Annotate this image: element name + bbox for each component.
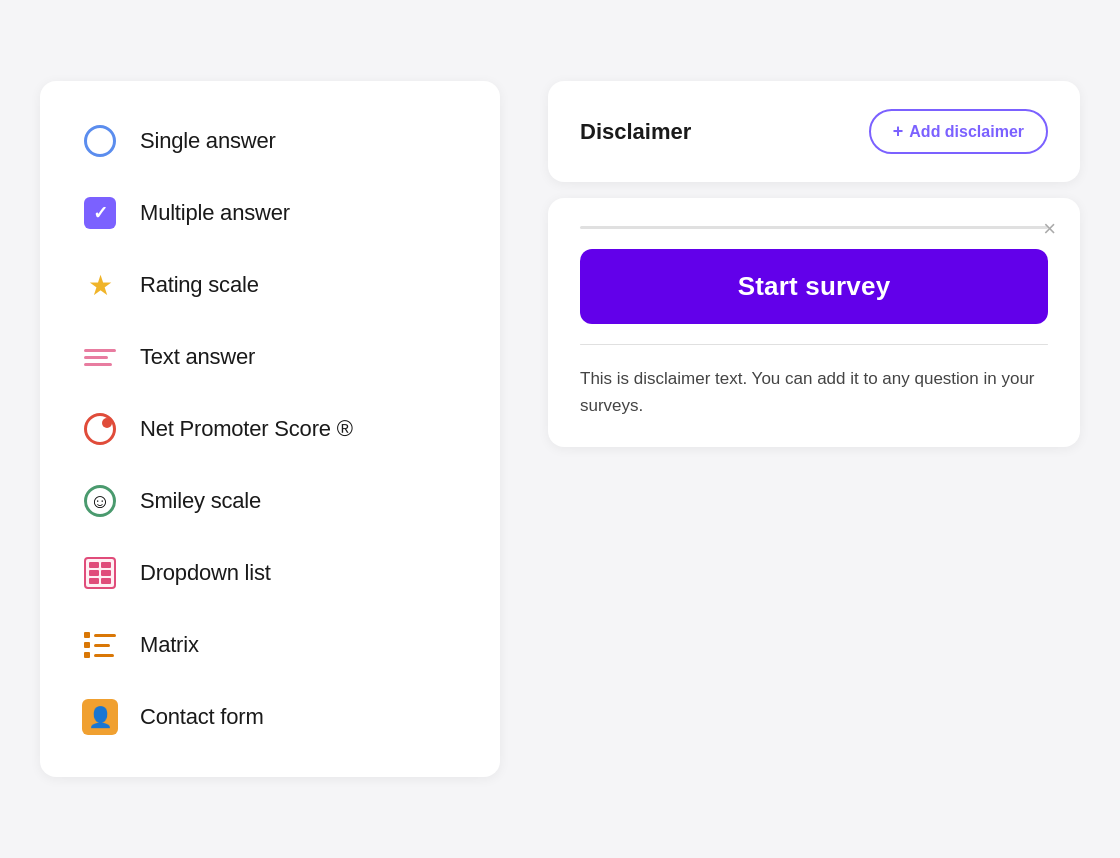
sidebar-item-smiley-scale[interactable]: ☺ Smiley scale (72, 465, 468, 537)
sidebar-item-label: Single answer (140, 128, 276, 154)
sidebar-item-matrix[interactable]: Matrix (72, 609, 468, 681)
disclaimer-card: Disclaimer + Add disclaimer (548, 81, 1080, 182)
sidebar-item-dropdown-list[interactable]: Dropdown list (72, 537, 468, 609)
sidebar-item-label: Smiley scale (140, 488, 261, 514)
sidebar-item-label: Dropdown list (140, 560, 271, 586)
page-wrapper: Single answer Multiple answer ★ Rating s… (0, 41, 1120, 817)
contact-form-icon: 👤 (80, 697, 120, 737)
smiley-scale-icon: ☺ (80, 481, 120, 521)
close-icon[interactable]: × (1043, 218, 1056, 240)
matrix-icon (80, 625, 120, 665)
add-disclaimer-label: Add disclaimer (909, 123, 1024, 141)
sidebar-item-contact-form[interactable]: 👤 Contact form (72, 681, 468, 753)
bottom-divider (580, 344, 1048, 345)
sidebar-item-label: Matrix (140, 632, 199, 658)
right-panel: Disclaimer + Add disclaimer × Start surv… (548, 81, 1080, 447)
rating-scale-icon: ★ (80, 265, 120, 305)
sidebar-item-label: Multiple answer (140, 200, 290, 226)
disclaimer-title: Disclaimer (580, 119, 691, 145)
start-survey-button[interactable]: Start survey (580, 249, 1048, 324)
plus-icon: + (893, 121, 904, 142)
add-disclaimer-button[interactable]: + Add disclaimer (869, 109, 1048, 154)
dropdown-list-icon (80, 553, 120, 593)
left-panel: Single answer Multiple answer ★ Rating s… (40, 81, 500, 777)
sidebar-item-single-answer[interactable]: Single answer (72, 105, 468, 177)
sidebar-item-label: Text answer (140, 344, 255, 370)
text-answer-icon (80, 337, 120, 377)
sidebar-item-label: Rating scale (140, 272, 259, 298)
top-divider (580, 226, 1048, 229)
nps-icon (80, 409, 120, 449)
sidebar-item-multiple-answer[interactable]: Multiple answer (72, 177, 468, 249)
sidebar-item-nps[interactable]: Net Promoter Score ® (72, 393, 468, 465)
sidebar-item-label: Contact form (140, 704, 264, 730)
single-answer-icon (80, 121, 120, 161)
sidebar-item-rating-scale[interactable]: ★ Rating scale (72, 249, 468, 321)
disclaimer-body-text: This is disclaimer text. You can add it … (580, 365, 1048, 419)
sidebar-item-label: Net Promoter Score ® (140, 416, 353, 442)
survey-preview-card: × Start survey This is disclaimer text. … (548, 198, 1080, 447)
sidebar-item-text-answer[interactable]: Text answer (72, 321, 468, 393)
multiple-answer-icon (80, 193, 120, 233)
